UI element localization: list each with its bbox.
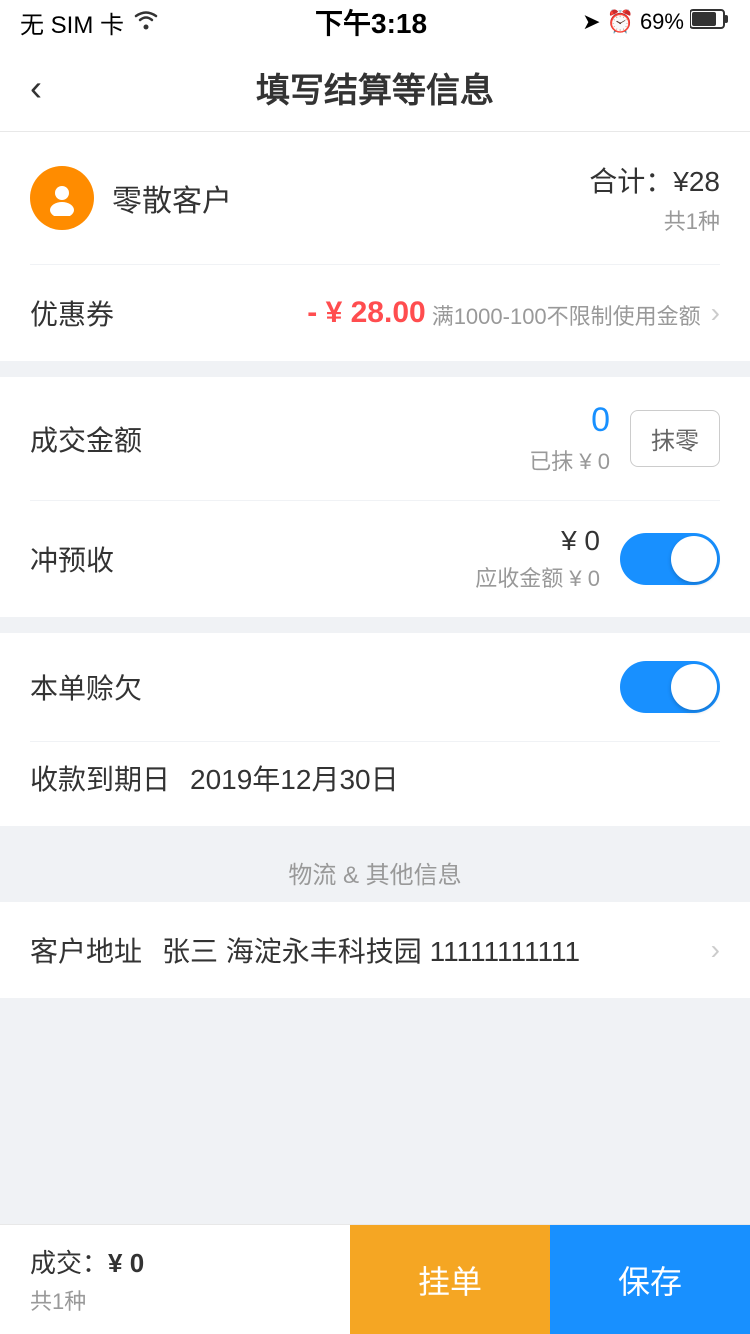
status-time: 下午3:18 xyxy=(315,2,427,42)
battery-percentage: 69% xyxy=(640,9,684,35)
status-left: 无 SIM 卡 xyxy=(20,5,160,40)
address-label: 客户地址 xyxy=(30,930,142,970)
prepay-toggle[interactable] xyxy=(620,533,720,585)
due-date-label: 收款到期日 xyxy=(30,758,170,798)
overdue-toggle[interactable] xyxy=(620,661,720,713)
address-left: 客户地址 张三 海淀永丰科技园 11111111111 xyxy=(30,930,580,970)
transaction-section: 成交金额 0 已抹 ¥ 0 抹零 冲预收 ¥ 0 应收金额 ¥ 0 xyxy=(0,377,750,617)
avatar xyxy=(30,166,94,230)
total-count: 共1种 xyxy=(589,204,720,236)
coupon-row[interactable]: 优惠券 - ¥ 28.00 满1000-100不限制使用金额 › xyxy=(0,265,750,361)
wifi-icon xyxy=(132,8,160,37)
overdue-toggle-knob xyxy=(671,664,717,710)
customer-row: 零散客户 合计：¥28 共1种 xyxy=(0,132,750,264)
transaction-sub: 已抹 ¥ 0 xyxy=(529,444,610,476)
no-sim-text: 无 SIM 卡 xyxy=(20,5,124,40)
prepay-row: 冲预收 ¥ 0 应收金额 ¥ 0 xyxy=(0,501,750,617)
bottom-count: 共1种 xyxy=(30,1284,320,1316)
page-title: 填写结算等信息 xyxy=(256,63,494,112)
bottom-total: 成交：¥ 0 xyxy=(30,1243,320,1280)
due-date-value: 2019年12月30日 xyxy=(190,758,399,798)
transaction-row: 成交金额 0 已抹 ¥ 0 抹零 xyxy=(0,377,750,500)
chevron-right-icon: › xyxy=(711,297,720,329)
prepay-right: ¥ 0 应收金额 ¥ 0 xyxy=(475,525,720,593)
bottom-bar: 成交：¥ 0 共1种 挂单 保存 xyxy=(0,1224,750,1334)
logistics-divider: 物流 & 其他信息 xyxy=(0,842,750,902)
save-button[interactable]: 保存 xyxy=(550,1225,750,1334)
bottom-total-label: 成交： xyxy=(30,1248,108,1278)
bottom-summary: 成交：¥ 0 共1种 xyxy=(0,1243,350,1316)
transaction-label: 成交金额 xyxy=(30,419,142,459)
prepay-value: ¥ 0 应收金额 ¥ 0 xyxy=(475,525,600,593)
status-bar: 无 SIM 卡 下午3:18 ➤ ⏰ 69% xyxy=(0,0,750,44)
nav-bar: ‹ 填写结算等信息 xyxy=(0,44,750,132)
coupon-discount: - ¥ 28.00 xyxy=(307,296,425,330)
transaction-amount: 0 xyxy=(529,401,610,440)
coupon-desc: 满1000-100不限制使用金额 xyxy=(432,299,701,331)
address-chevron-icon: › xyxy=(711,934,720,966)
content: 零散客户 合计：¥28 共1种 优惠券 - ¥ 28.00 满1000-100不… xyxy=(0,132,750,1118)
customer-name: 零散客户 xyxy=(112,176,232,220)
coupon-label: 优惠券 xyxy=(30,293,114,333)
total-amount: 合计：¥28 xyxy=(589,160,720,200)
logistics-label: 物流 & 其他信息 xyxy=(288,855,461,890)
alarm-icon: ⏰ xyxy=(607,9,634,35)
prepay-label: 冲预收 xyxy=(30,539,114,579)
overdue-label: 本单赊欠 xyxy=(30,667,142,707)
customer-section: 零散客户 合计：¥28 共1种 优惠券 - ¥ 28.00 满1000-100不… xyxy=(0,132,750,361)
overdue-row: 本单赊欠 xyxy=(0,633,750,741)
location-icon: ➤ xyxy=(582,9,600,35)
battery-icon xyxy=(690,8,730,36)
coupon-right: - ¥ 28.00 满1000-100不限制使用金额 xyxy=(307,295,700,331)
round-button[interactable]: 抹零 xyxy=(630,410,720,467)
address-value: 张三 海淀永丰科技园 11111111111 xyxy=(162,930,580,970)
prepay-sub: 应收金额 ¥ 0 xyxy=(475,561,600,593)
status-right: ➤ ⏰ 69% xyxy=(582,8,730,36)
address-row[interactable]: 客户地址 张三 海淀永丰科技园 11111111111 › xyxy=(0,902,750,998)
transaction-right: 0 已抹 ¥ 0 抹零 xyxy=(529,401,720,476)
bottom-amount: ¥ 0 xyxy=(108,1248,144,1278)
customer-right: 合计：¥28 共1种 xyxy=(589,160,720,236)
customer-left: 零散客户 xyxy=(30,166,232,230)
prepay-amount: ¥ 0 xyxy=(475,525,600,557)
transaction-value: 0 已抹 ¥ 0 xyxy=(529,401,610,476)
overdue-section: 本单赊欠 收款到期日 2019年12月30日 xyxy=(0,633,750,826)
back-button[interactable]: ‹ xyxy=(30,67,42,109)
hang-button[interactable]: 挂单 xyxy=(350,1225,550,1334)
due-date-row[interactable]: 收款到期日 2019年12月30日 xyxy=(0,742,750,826)
toggle-knob xyxy=(671,536,717,582)
